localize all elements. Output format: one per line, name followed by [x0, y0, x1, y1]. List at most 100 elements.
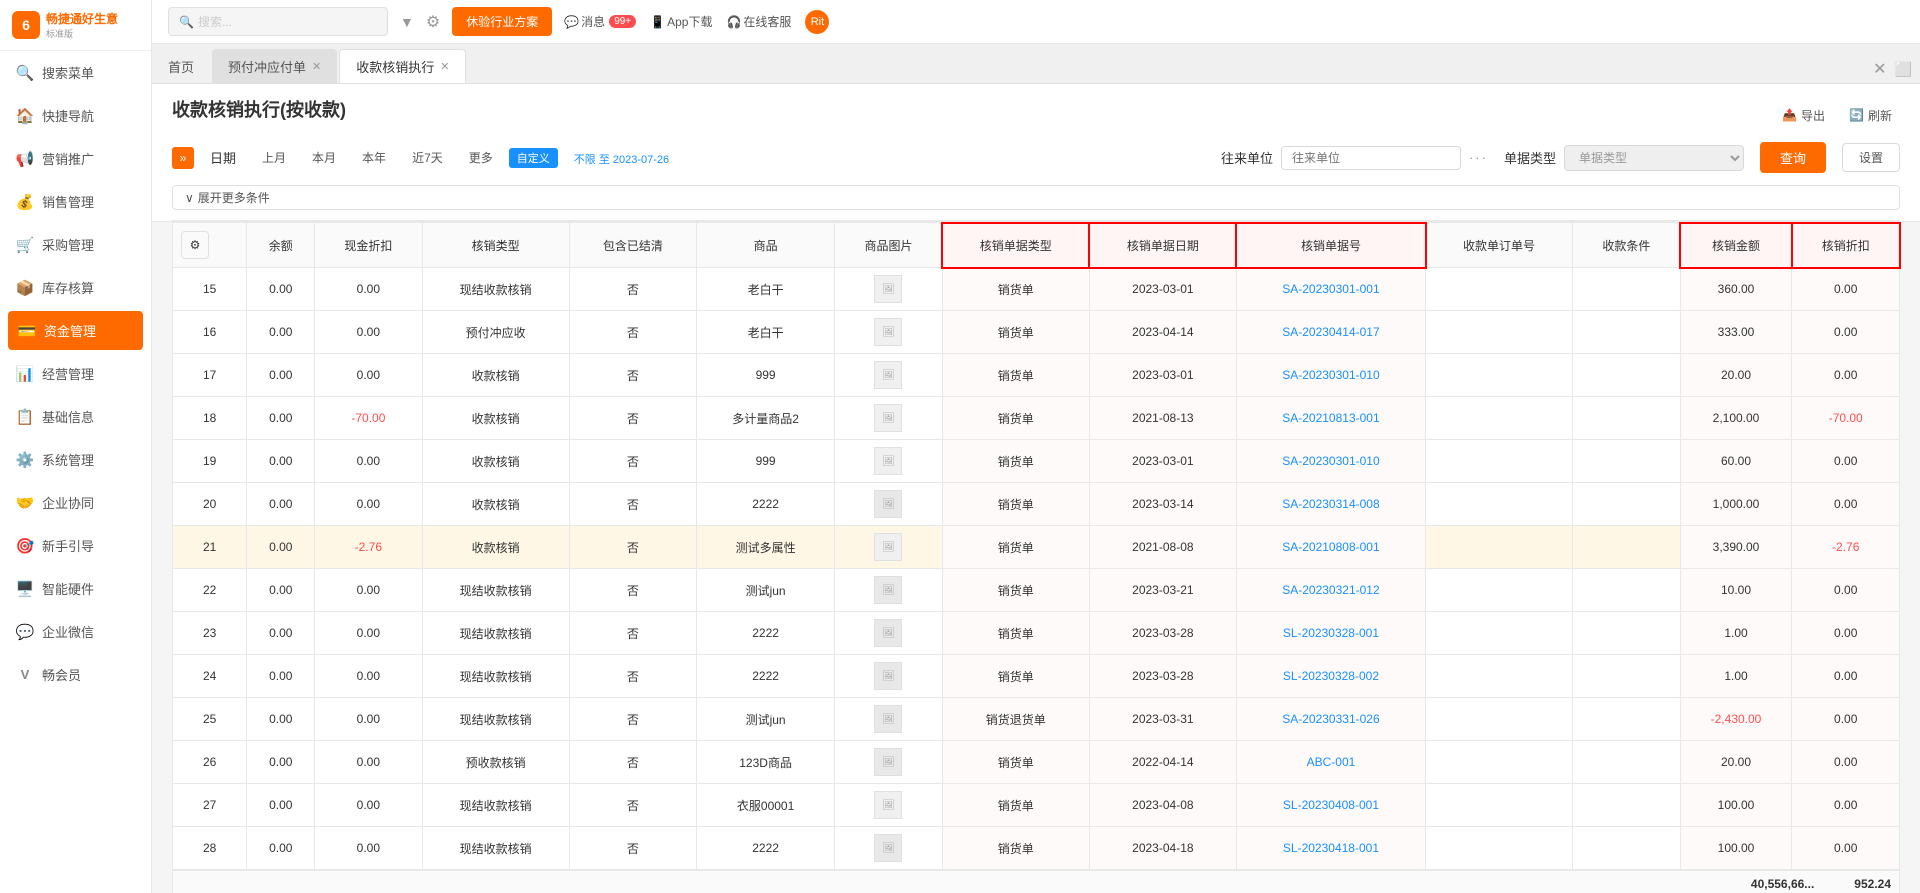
solution-button[interactable]: 休验行业方案 [452, 7, 552, 36]
cell-cash-discount: 0.00 [315, 268, 422, 311]
refresh-button[interactable]: 🔄 刷新 [1841, 103, 1900, 128]
bill-no-link[interactable]: ABC-001 [1307, 755, 1356, 769]
sidebar-item-guide[interactable]: 🎯 新手引导 [0, 524, 151, 567]
filter-this-month[interactable]: 本月 [302, 146, 346, 169]
maximize-icon[interactable]: ⬜ [1895, 61, 1912, 78]
sidebar-item-quick[interactable]: 🏠 快捷导航 [0, 94, 151, 137]
bill-no-link[interactable]: SA-20210808-001 [1282, 540, 1379, 554]
sidebar-item-coop[interactable]: 🤝 企业协同 [0, 481, 151, 524]
cell-condition [1573, 827, 1680, 870]
cell-no: 28 [173, 827, 247, 870]
sidebar-item-purchase[interactable]: 🛒 采购管理 [0, 223, 151, 266]
footer-discount: 952.24 [1854, 877, 1891, 891]
bill-no-link[interactable]: SA-20230414-017 [1282, 325, 1379, 339]
cell-img: 🖼 [835, 483, 942, 526]
filter-custom-badge[interactable]: 自定义 [509, 148, 558, 168]
expand-conditions-btn[interactable]: ∨ 展开更多条件 [172, 185, 1900, 210]
bill-no-link[interactable]: SA-20230301-010 [1282, 368, 1379, 382]
sidebar-item-sales[interactable]: 💰 销售管理 [0, 180, 151, 223]
cell-goods: 2222 [696, 483, 834, 526]
cell-img: 🖼 [835, 612, 942, 655]
tab-prepay[interactable]: 预付冲应付单 ✕ [212, 49, 337, 83]
sidebar-item-hardware[interactable]: 🖥️ 智能硬件 [0, 567, 151, 610]
cell-order-no [1426, 526, 1573, 569]
phone-icon: 📱 [650, 15, 665, 29]
search-icon: 🔍 [16, 64, 34, 82]
sidebar-item-inventory[interactable]: 📦 库存核算 [0, 266, 151, 309]
column-settings-icon[interactable]: ⚙ [181, 231, 209, 259]
filter-7days[interactable]: 近7天 [402, 146, 453, 169]
bill-no-link[interactable]: SA-20230321-012 [1282, 583, 1379, 597]
bill-no-link[interactable]: SA-20230301-001 [1282, 282, 1379, 296]
product-image: 🖼 [874, 705, 902, 733]
cell-goods: 多计量商品2 [696, 397, 834, 440]
filter-toggle-btn[interactable]: » [172, 147, 194, 169]
cell-order-no [1426, 311, 1573, 354]
settings-button[interactable]: 设置 [1842, 143, 1900, 172]
bill-no-link[interactable]: SL-20230418-001 [1283, 841, 1379, 855]
bill-no-link[interactable]: SL-20230328-002 [1283, 669, 1379, 683]
cell-bill-date: 2023-03-14 [1089, 483, 1236, 526]
tab-home[interactable]: 首页 [152, 49, 210, 83]
query-button[interactable]: 查询 [1760, 142, 1826, 173]
chevron-down-icon: ∨ [185, 191, 194, 205]
filter-date-range: 不限 至 2023-07-26 [574, 149, 669, 167]
filter-area: » 日期 上月 本月 本年 近7天 更多 自定义 不限 至 2023-07-26 [172, 134, 1900, 221]
cell-cash-discount: 0.00 [315, 784, 422, 827]
tab-label: 首页 [168, 57, 194, 76]
cell-amount: -2,430.00 [1680, 698, 1792, 741]
sidebar-item-marketing[interactable]: 📢 营销推广 [0, 137, 151, 180]
filter-more[interactable]: 更多 [459, 146, 503, 169]
dropdown-icon[interactable]: ▼ [400, 14, 414, 30]
cell-included: 否 [569, 569, 696, 612]
cell-goods: 测试jun [696, 698, 834, 741]
close-window-icon[interactable]: ✕ [1873, 59, 1886, 79]
table-row: 28 0.00 0.00 现结收款核销 否 2222 🖼 销货单 2023-04… [173, 827, 1900, 870]
tab-payment[interactable]: 收款核销执行 ✕ [339, 49, 466, 83]
sidebar-item-search[interactable]: 🔍 搜索菜单 [0, 51, 151, 94]
bill-no-link[interactable]: SL-20230408-001 [1283, 798, 1379, 812]
sidebar-item-wechat[interactable]: 💬 企业微信 [0, 610, 151, 653]
product-image: 🖼 [874, 662, 902, 690]
cell-balance: 0.00 [247, 784, 315, 827]
counterpart-input[interactable] [1281, 146, 1461, 170]
bill-no-link[interactable]: SL-20230328-001 [1283, 626, 1379, 640]
message-area[interactable]: 💬 消息 99+ [564, 13, 636, 30]
global-search[interactable]: 🔍 搜索... [168, 7, 388, 36]
cell-cash-discount: 0.00 [315, 827, 422, 870]
bill-no-link[interactable]: SA-20230314-008 [1282, 497, 1379, 511]
sales-icon: 💰 [16, 193, 34, 211]
cell-no: 16 [173, 311, 247, 354]
col-bill-date: 核销单据日期 [1089, 223, 1236, 268]
bill-no-link[interactable]: SA-20230301-010 [1282, 454, 1379, 468]
cell-img: 🖼 [835, 397, 942, 440]
product-image: 🖼 [874, 361, 902, 389]
cell-bill-type: 销货单 [942, 655, 1089, 698]
coop-icon: 🤝 [16, 494, 34, 512]
sidebar-item-label: 新手引导 [42, 536, 94, 555]
tab-close-icon[interactable]: ✕ [440, 60, 449, 73]
bill-no-link[interactable]: SA-20210813-001 [1282, 411, 1379, 425]
cell-no: 27 [173, 784, 247, 827]
user-avatar[interactable]: Rit [805, 10, 829, 34]
filter-this-year[interactable]: 本年 [352, 146, 396, 169]
cell-goods: 2222 [696, 827, 834, 870]
filter-last-month[interactable]: 上月 [252, 146, 296, 169]
sidebar-item-business[interactable]: 📊 经营管理 [0, 352, 151, 395]
sidebar-item-vip[interactable]: V 畅会员 [0, 653, 151, 696]
sidebar-item-finance[interactable]: 💳 资金管理 [8, 311, 143, 350]
export-button[interactable]: 📤 导出 [1774, 103, 1833, 128]
settings-gear-icon[interactable]: ⚙ [426, 12, 440, 32]
tab-close-icon[interactable]: ✕ [312, 60, 321, 73]
dots-icon: ··· [1469, 150, 1488, 165]
cell-order-no [1426, 397, 1573, 440]
sidebar-item-system[interactable]: ⚙️ 系统管理 [0, 438, 151, 481]
bill-type-select[interactable]: 单据类型 [1564, 145, 1744, 171]
cell-cash-discount: 0.00 [315, 311, 422, 354]
sidebar-item-basic[interactable]: 📋 基础信息 [0, 395, 151, 438]
app-download[interactable]: 📱 App下载 [650, 13, 712, 30]
cell-bill-date: 2023-04-18 [1089, 827, 1236, 870]
cell-bill-date: 2023-03-01 [1089, 354, 1236, 397]
online-service[interactable]: 🎧 在线客服 [726, 13, 791, 30]
bill-no-link[interactable]: SA-20230331-026 [1282, 712, 1379, 726]
